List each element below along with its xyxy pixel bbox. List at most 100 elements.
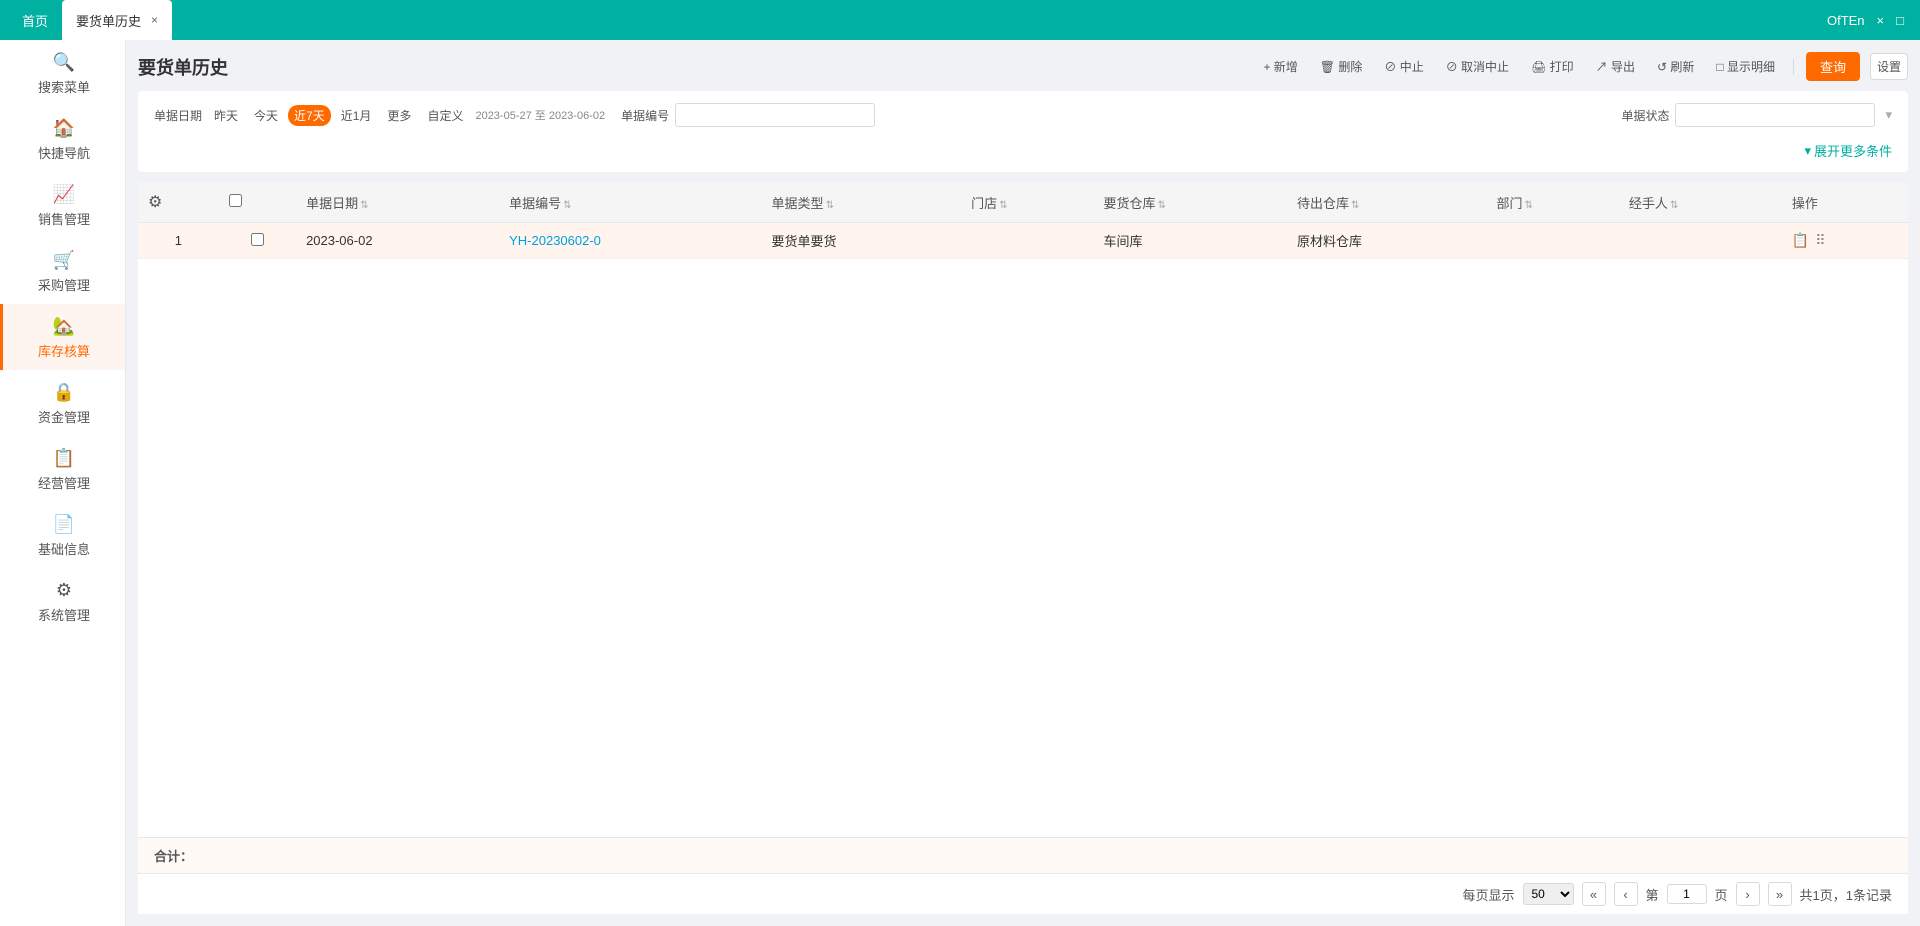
sidebar-item-finance[interactable]: 🔒 资金管理 — [0, 370, 125, 436]
sidebar-item-finance-label: 资金管理 — [38, 407, 90, 426]
row-store — [961, 223, 1093, 259]
col-department[interactable]: 部门⇅ — [1487, 182, 1619, 223]
col-doc-type[interactable]: 单据类型⇅ — [762, 182, 962, 223]
table-container: ⚙ 单据日期⇅ 单据编号⇅ 单据类型⇅ 门店⇅ 要货仓库⇅ 待出仓库⇅ 部门⇅ … — [138, 182, 1908, 873]
doc-status-label: 单据状态 — [1621, 107, 1669, 124]
sidebar-item-purchase[interactable]: 🛒 采购管理 — [0, 238, 125, 304]
row-doc-date: 2023-06-02 — [296, 223, 499, 259]
action-view-icon[interactable]: 📋 — [1792, 232, 1809, 249]
sidebar-item-basicinfo-label: 基础信息 — [38, 539, 90, 558]
sidebar-item-purchase-label: 采购管理 — [38, 275, 90, 294]
doc-number-input[interactable] — [675, 103, 875, 127]
doc-status-input[interactable] — [1675, 103, 1875, 127]
content-area: 要货单历史 + 新增 🗑 删除 ⊘ 中止 ⊘ 取消中止 🖨 打印 ↗ 导出 ↺ … — [126, 40, 1920, 926]
inventory-icon: 🏡 — [53, 316, 75, 337]
tab-home[interactable]: 首页 — [8, 0, 62, 40]
col-req-warehouse[interactable]: 要货仓库⇅ — [1094, 182, 1287, 223]
display-detail-button[interactable]: □ 显示明细 — [1710, 54, 1781, 79]
sidebar-item-system[interactable]: ⚙ 系统管理 — [0, 568, 125, 634]
refresh-button[interactable]: ↺ 刷新 — [1651, 54, 1700, 79]
filter-panel: 单据日期 昨天 今天 近7天 近1月 更多 自定义 2023-05-27 至 2… — [138, 91, 1908, 172]
date-btn-yesterday[interactable]: 昨天 — [208, 105, 244, 126]
purchase-icon: 🛒 — [53, 250, 75, 271]
doc-status-filter: 单据状态 ▾ — [1621, 103, 1892, 127]
sidebar-item-sales[interactable]: 📈 销售管理 — [0, 172, 125, 238]
pagination-summary: 共1页，1条记录 — [1800, 885, 1892, 904]
table-header-row: ⚙ 单据日期⇅ 单据编号⇅ 单据类型⇅ 门店⇅ 要货仓库⇅ 待出仓库⇅ 部门⇅ … — [138, 182, 1908, 223]
doc-status-dropdown-icon[interactable]: ▾ — [1885, 107, 1892, 123]
window-maximize-btn[interactable]: □ — [1896, 13, 1904, 28]
stop-button[interactable]: ⊘ 中止 — [1378, 54, 1429, 79]
tab-requisition-history[interactable]: 要货单历史 × — [62, 0, 172, 40]
row-doc-number: YH-20230602-0 — [499, 223, 761, 259]
doc-number-link[interactable]: YH-20230602-0 — [509, 233, 601, 248]
page-unit: 页 — [1715, 885, 1728, 904]
tab-close-icon[interactable]: × — [151, 13, 158, 27]
action-more-icon[interactable]: ⠿ — [1815, 232, 1825, 249]
new-button[interactable]: + 新增 — [1257, 54, 1303, 79]
page-number-input[interactable] — [1667, 884, 1707, 904]
often-label[interactable]: OfTEn — [1827, 13, 1865, 28]
col-store[interactable]: 门店⇅ — [961, 182, 1093, 223]
col-checkbox — [219, 182, 296, 223]
sort-handler-icon: ⇅ — [1670, 200, 1678, 211]
sort-req-warehouse-icon: ⇅ — [1158, 200, 1166, 211]
sort-department-icon: ⇅ — [1525, 200, 1533, 211]
col-settings[interactable]: ⚙ — [138, 182, 219, 223]
sidebar: 🔍 搜索菜单 🏠 快捷导航 📈 销售管理 🛒 采购管理 🏡 库存核算 🔒 资金管… — [0, 40, 126, 926]
page-label: 第 — [1646, 885, 1659, 904]
expand-more-btn[interactable]: ▾ 展开更多条件 — [1804, 141, 1892, 160]
date-btn-last7days[interactable]: 近7天 — [288, 105, 331, 126]
cancel-stop-button[interactable]: ⊘ 取消中止 — [1440, 54, 1515, 79]
row-pending-warehouse: 原材料仓库 — [1287, 223, 1487, 259]
sidebar-item-quick-nav[interactable]: 🏠 快捷导航 — [0, 106, 125, 172]
system-icon: ⚙ — [56, 580, 72, 601]
search-menu-icon: 🔍 — [53, 52, 75, 73]
prev-page-btn[interactable]: ‹ — [1614, 882, 1638, 906]
sidebar-item-sales-label: 销售管理 — [38, 209, 90, 228]
date-range-display: 2023-05-27 至 2023-06-02 — [475, 107, 605, 123]
doc-number-filter: 单据编号 — [621, 103, 875, 127]
settings-button[interactable]: 设置 — [1870, 53, 1908, 80]
col-doc-number[interactable]: 单据编号⇅ — [499, 182, 761, 223]
sidebar-item-basic-info[interactable]: 📄 基础信息 — [0, 502, 125, 568]
delete-button[interactable]: 🗑 删除 — [1314, 54, 1369, 79]
finance-icon: 🔒 — [53, 382, 75, 403]
sidebar-item-inventory[interactable]: 🏡 库存核算 — [0, 304, 125, 370]
date-btn-custom[interactable]: 自定义 — [421, 105, 469, 126]
last-page-btn[interactable]: » — [1768, 882, 1792, 906]
sidebar-item-inventory-label: 库存核算 — [38, 341, 90, 360]
page-size-select[interactable]: 10 20 50 100 — [1523, 883, 1574, 905]
sidebar-item-operations-label: 经营管理 — [38, 473, 90, 492]
first-page-btn[interactable]: « — [1582, 882, 1606, 906]
table-row: 1 2023-06-02 YH-20230602-0 要货单要货 车间库 原材料… — [138, 223, 1908, 259]
table-footer: 合计： — [138, 837, 1908, 873]
select-all-checkbox[interactable] — [229, 194, 242, 207]
row-doc-type: 要货单要货 — [762, 223, 962, 259]
col-pending-warehouse[interactable]: 待出仓库⇅ — [1287, 182, 1487, 223]
operations-icon: 📋 — [53, 448, 75, 469]
row-checkbox-cell — [219, 223, 296, 259]
date-btn-more[interactable]: 更多 — [381, 105, 417, 126]
sidebar-item-system-label: 系统管理 — [38, 605, 90, 624]
expand-more-label: 展开更多条件 — [1814, 141, 1892, 160]
col-doc-date[interactable]: 单据日期⇅ — [296, 182, 499, 223]
quick-nav-icon: 🏠 — [53, 118, 75, 139]
sidebar-item-quicknav-label: 快捷导航 — [38, 143, 90, 162]
sidebar-item-search-menu[interactable]: 🔍 搜索菜单 — [0, 40, 125, 106]
query-button[interactable]: 查询 — [1806, 52, 1860, 81]
print-button[interactable]: 🖨 打印 — [1525, 54, 1580, 79]
date-btn-last1month[interactable]: 近1月 — [335, 105, 378, 126]
row-req-warehouse: 车间库 — [1094, 223, 1287, 259]
date-btn-today[interactable]: 今天 — [248, 105, 284, 126]
row-checkbox[interactable] — [251, 233, 264, 246]
export-button[interactable]: ↗ 导出 — [1590, 54, 1641, 79]
data-table: ⚙ 单据日期⇅ 单据编号⇅ 单据类型⇅ 门店⇅ 要货仓库⇅ 待出仓库⇅ 部门⇅ … — [138, 182, 1908, 259]
pagination-bar: 每页显示 10 20 50 100 « ‹ 第 页 › » 共1页，1条记录 — [138, 873, 1908, 914]
row-handler — [1619, 223, 1782, 259]
next-page-btn[interactable]: › — [1736, 882, 1760, 906]
col-handler[interactable]: 经手人⇅ — [1619, 182, 1782, 223]
tab-requisition-label: 要货单历史 — [76, 11, 141, 30]
sidebar-item-operations[interactable]: 📋 经营管理 — [0, 436, 125, 502]
window-close-btn[interactable]: × — [1877, 13, 1885, 28]
